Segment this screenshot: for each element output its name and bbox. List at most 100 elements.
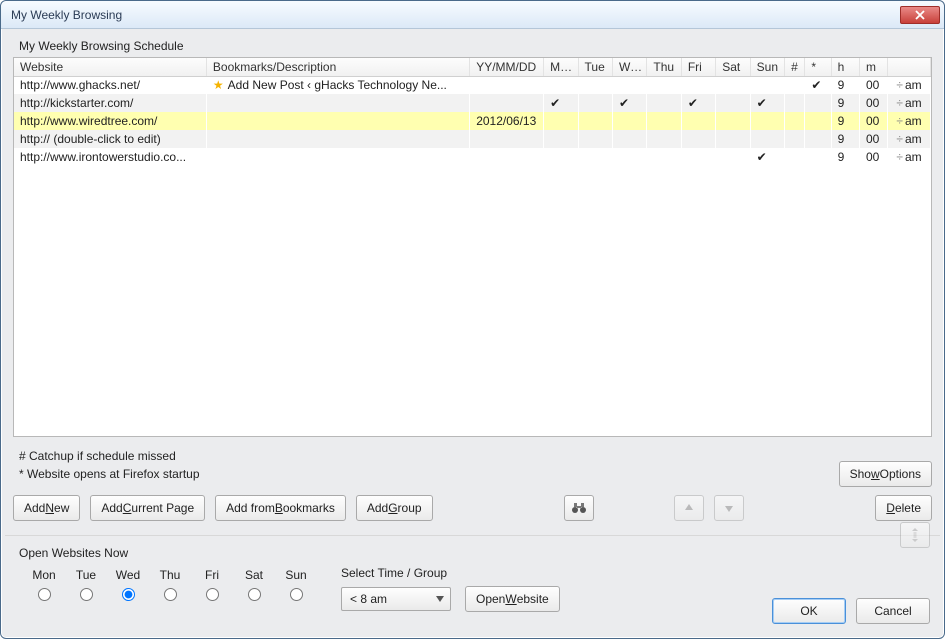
move-up-button[interactable]	[674, 495, 704, 521]
cell-url[interactable]: http://www.ghacks.net/	[14, 76, 206, 94]
cell-sun[interactable]	[750, 76, 784, 94]
ok-button[interactable]: OK	[772, 598, 846, 624]
cell-wed[interactable]	[612, 112, 646, 130]
day-radio-wed[interactable]	[122, 588, 135, 601]
cell-ampm[interactable]: ÷am	[888, 130, 931, 148]
cell-tue[interactable]	[578, 130, 612, 148]
cell-mon[interactable]	[544, 148, 578, 166]
cell-thu[interactable]	[647, 130, 681, 148]
time-group-dropdown[interactable]: < 8 am	[341, 587, 451, 611]
add-current-page-button[interactable]: Add Current Page	[90, 495, 205, 521]
cell-hash[interactable]	[785, 112, 805, 130]
cell-sat[interactable]	[716, 130, 750, 148]
cell-desc[interactable]	[206, 148, 469, 166]
cell-startup[interactable]: ✔	[805, 76, 831, 94]
col-ampm[interactable]	[888, 58, 931, 76]
cell-tue[interactable]	[578, 112, 612, 130]
cell-date[interactable]	[470, 130, 544, 148]
cell-date[interactable]: 2012/06/13	[470, 112, 544, 130]
cell-date[interactable]	[470, 148, 544, 166]
table-row[interactable]: http://www.irontowerstudio.co...✔900÷am	[14, 148, 931, 166]
cell-h[interactable]: 9	[831, 148, 859, 166]
cell-fri[interactable]	[681, 76, 715, 94]
delete-button[interactable]: Delete	[875, 495, 932, 521]
cell-startup[interactable]	[805, 130, 831, 148]
cell-thu[interactable]	[647, 112, 681, 130]
cell-date[interactable]	[470, 76, 544, 94]
cell-m[interactable]: 00	[860, 76, 888, 94]
table-row[interactable]: http://kickstarter.com/✔✔✔✔900÷am	[14, 94, 931, 112]
col-hash[interactable]: #	[785, 58, 805, 76]
cell-fri[interactable]: ✔	[681, 94, 715, 112]
cell-desc[interactable]	[206, 130, 469, 148]
col-mon[interactable]: Mon	[544, 58, 578, 76]
cell-m[interactable]: 00	[860, 112, 888, 130]
cell-fri[interactable]	[681, 112, 715, 130]
sort-button[interactable]	[900, 522, 930, 548]
cell-url[interactable]: http://www.irontowerstudio.co...	[14, 148, 206, 166]
schedule-grid[interactable]: Website Bookmarks/Description YY/MM/DD M…	[13, 57, 932, 437]
cell-fri[interactable]	[681, 130, 715, 148]
cell-tue[interactable]	[578, 148, 612, 166]
table-row[interactable]: http://www.wiredtree.com/2012/06/13 900÷a…	[14, 112, 931, 130]
cell-sun[interactable]: ✔	[750, 148, 784, 166]
cell-mon[interactable]	[544, 130, 578, 148]
close-button[interactable]	[900, 6, 940, 24]
cell-mon[interactable]	[544, 112, 578, 130]
open-website-button[interactable]: Open Website	[465, 586, 560, 612]
cell-wed[interactable]	[612, 130, 646, 148]
cell-sat[interactable]	[716, 94, 750, 112]
cell-thu[interactable]	[647, 76, 681, 94]
cell-hash[interactable]	[785, 94, 805, 112]
day-radio-thu[interactable]	[164, 588, 177, 601]
cancel-button[interactable]: Cancel	[856, 598, 930, 624]
cell-h[interactable]: 9	[831, 94, 859, 112]
cell-url[interactable]: http://www.wiredtree.com/	[14, 112, 206, 130]
find-button[interactable]	[564, 495, 594, 521]
day-radio-mon[interactable]	[38, 588, 51, 601]
day-radio-sat[interactable]	[248, 588, 261, 601]
add-from-bookmarks-button[interactable]: Add from Bookmarks	[215, 495, 346, 521]
add-group-button[interactable]: Add Group	[356, 495, 433, 521]
col-star[interactable]: *	[805, 58, 831, 76]
cell-startup[interactable]	[805, 94, 831, 112]
day-radio-fri[interactable]	[206, 588, 219, 601]
table-row[interactable]: http://www.ghacks.net/★Add New Post ‹ gH…	[14, 76, 931, 94]
cell-thu[interactable]	[647, 94, 681, 112]
cell-url[interactable]: http:// (double-click to edit)	[14, 130, 206, 148]
show-options-button[interactable]: Show Options	[839, 461, 932, 487]
cell-ampm[interactable]: ÷am	[888, 76, 931, 94]
cell-sun[interactable]	[750, 112, 784, 130]
col-m[interactable]: m	[860, 58, 888, 76]
cell-thu[interactable]	[647, 148, 681, 166]
cell-desc[interactable]	[206, 94, 469, 112]
cell-wed[interactable]: ✔	[612, 94, 646, 112]
move-down-button[interactable]	[714, 495, 744, 521]
col-thu[interactable]: Thu	[647, 58, 681, 76]
cell-wed[interactable]	[612, 148, 646, 166]
table-row[interactable]: http:// (double-click to edit) 900÷am	[14, 130, 931, 148]
cell-m[interactable]: 00	[860, 130, 888, 148]
col-tue[interactable]: Tue	[578, 58, 612, 76]
cell-ampm[interactable]: ÷am	[888, 94, 931, 112]
cell-sat[interactable]	[716, 112, 750, 130]
cell-desc[interactable]: ★Add New Post ‹ gHacks Technology Ne...	[206, 76, 469, 94]
cell-sat[interactable]	[716, 148, 750, 166]
cell-desc[interactable]	[206, 112, 469, 130]
cell-sun[interactable]: ✔	[750, 94, 784, 112]
col-sun[interactable]: Sun	[750, 58, 784, 76]
cell-sun[interactable]	[750, 130, 784, 148]
cell-m[interactable]: 00	[860, 94, 888, 112]
col-bookmark[interactable]: Bookmarks/Description	[206, 58, 469, 76]
col-website[interactable]: Website	[14, 58, 206, 76]
cell-tue[interactable]	[578, 94, 612, 112]
col-sat[interactable]: Sat	[716, 58, 750, 76]
cell-h[interactable]: 9	[831, 112, 859, 130]
col-h[interactable]: h	[831, 58, 859, 76]
day-radio-tue[interactable]	[80, 588, 93, 601]
cell-startup[interactable]	[805, 112, 831, 130]
cell-ampm[interactable]: ÷am	[888, 112, 931, 130]
col-wed[interactable]: Wed	[612, 58, 646, 76]
cell-h[interactable]: 9	[831, 130, 859, 148]
cell-url[interactable]: http://kickstarter.com/	[14, 94, 206, 112]
